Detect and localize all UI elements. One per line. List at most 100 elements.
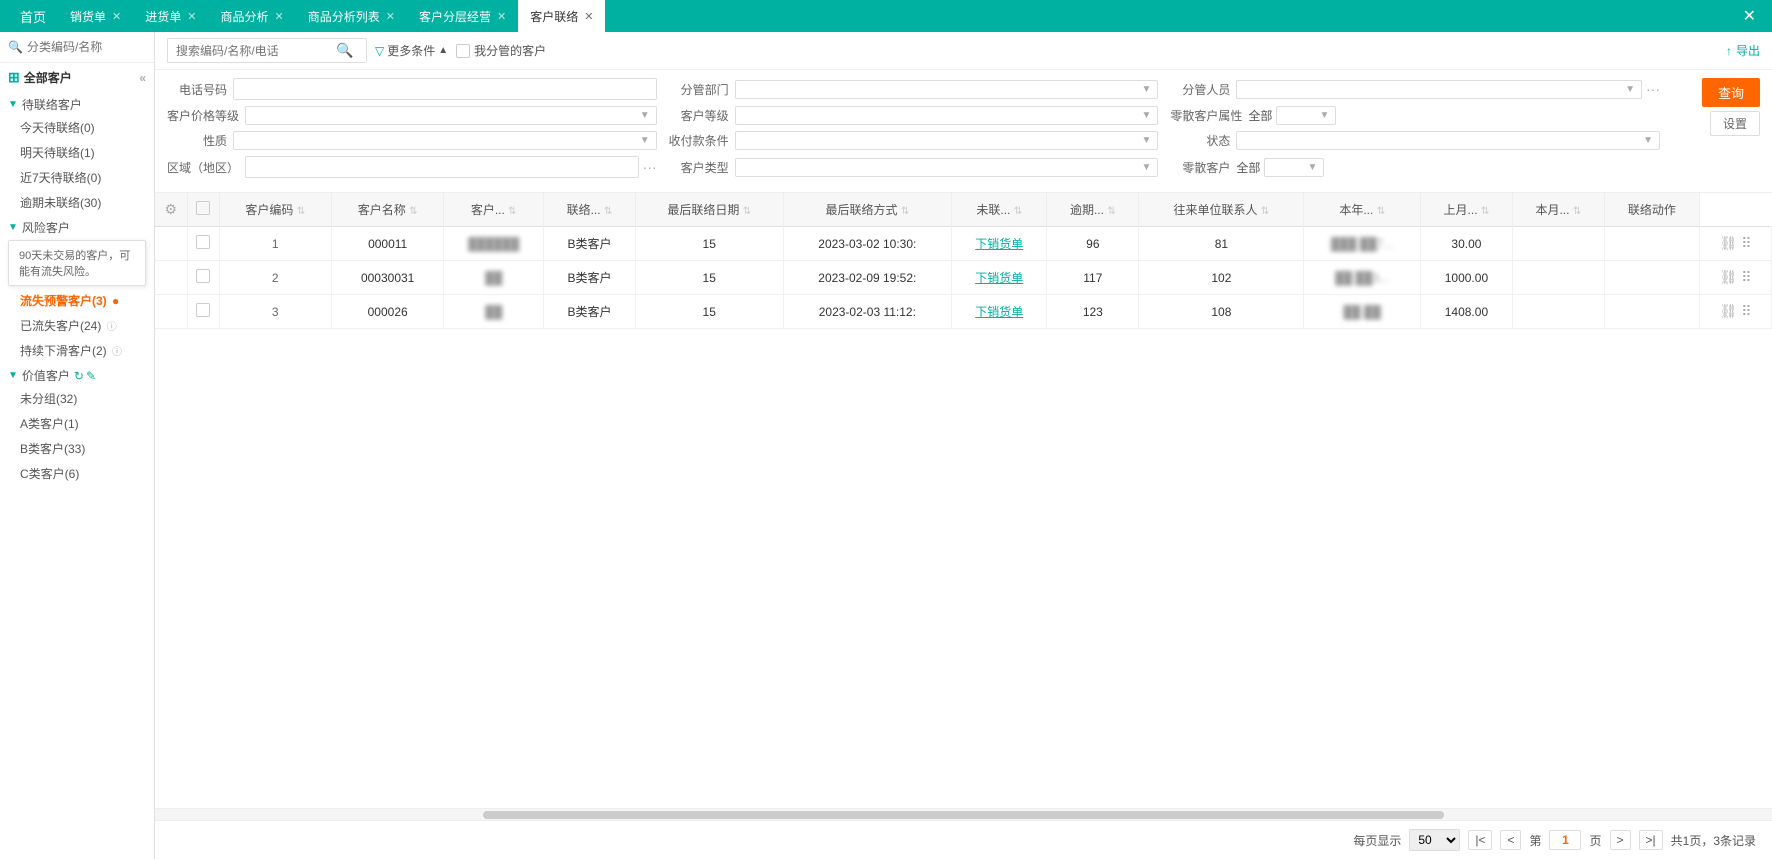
per-page-select[interactable]: 50 100 200 (1409, 829, 1460, 851)
row-checkbox[interactable] (196, 303, 210, 317)
close-all-icon[interactable]: ✕ (1735, 6, 1764, 26)
sidebar-item-unclassified[interactable]: 未分组(32) (0, 386, 154, 411)
last-page-btn[interactable]: >| (1639, 830, 1663, 850)
edit-icon[interactable]: ✎ (86, 369, 96, 383)
dept-chevron-icon: ▼ (1141, 84, 1151, 95)
col-code[interactable]: 客户编码 ⇅ (219, 193, 331, 227)
sidebar-search-input[interactable] (27, 40, 155, 54)
triangle-icon-2: ▼ (8, 222, 18, 233)
person-more-icon[interactable]: ··· (1646, 81, 1660, 97)
header-checkbox[interactable] (196, 201, 210, 215)
filter-panel: 电话号码 分管部门 ▼ 分管人员 (155, 70, 1772, 193)
first-page-btn[interactable]: |< (1468, 830, 1492, 850)
sidebar-item-declining[interactable]: 持续下滑客户(2) ⓘ (0, 338, 154, 363)
gear-icon[interactable]: ⚙ (164, 201, 177, 217)
next-page-btn[interactable]: > (1610, 830, 1631, 850)
tab-customer-tier[interactable]: 客户分层经营 ✕ (407, 0, 518, 32)
refresh-icon[interactable]: ↻ (74, 369, 84, 383)
retail-attr-select[interactable]: ▼ (1276, 106, 1336, 125)
action-link-icon[interactable]: ⛓ (1720, 303, 1738, 320)
more-conditions-btn[interactable]: ▽ 更多条件 ▲ (375, 42, 448, 59)
action-grid-icon[interactable]: ⠿ (1741, 269, 1751, 286)
section-risk-customers[interactable]: ▼ 风险客户 (0, 215, 154, 238)
tab-analysis-list[interactable]: 商品分析列表 ✕ (296, 0, 407, 32)
close-sales-icon[interactable]: ✕ (112, 10, 121, 23)
row-checkbox[interactable] (196, 269, 210, 283)
col-lastcontactmethod[interactable]: 最后联络方式 ⇅ (783, 193, 952, 227)
col-last-month[interactable]: 上月... ⇅ (1420, 193, 1512, 227)
query-button[interactable]: 查询 (1702, 78, 1760, 107)
sidebar-item-class-b[interactable]: B类客户(33) (0, 436, 154, 461)
col-name[interactable]: 客户名称 ⇅ (331, 193, 443, 227)
sidebar-item-overdue[interactable]: 逾期未联络(30) (0, 190, 154, 215)
prev-page-btn[interactable]: < (1500, 830, 1521, 850)
close-customer-tier-icon[interactable]: ✕ (497, 10, 506, 23)
col-company-contact[interactable]: 往来单位联系人 ⇅ (1139, 193, 1304, 227)
close-customer-contact-icon[interactable]: ✕ (584, 10, 593, 23)
region-input[interactable] (245, 156, 639, 178)
price-tier-select[interactable]: ▼ (245, 106, 657, 125)
search-button-icon[interactable]: 🔍 (336, 42, 353, 59)
tab-purchase[interactable]: 进货单 ✕ (133, 0, 208, 32)
sidebar-item-already-churn[interactable]: 已流失客户(24) ⓘ (0, 313, 154, 338)
cell-lastmethod: 下销货单 (952, 295, 1047, 329)
retail-customer-label: 零散客户 (1170, 159, 1230, 176)
my-customers-checkbox[interactable] (456, 44, 470, 58)
action-link-icon[interactable]: ⛓ (1720, 235, 1738, 252)
sidebar-item-class-c[interactable]: C类客户(6) (0, 461, 154, 486)
search-bar: 🔍 ▽ 更多条件 ▲ 我分管的客户 ↑ 导出 (155, 32, 1772, 70)
status-select[interactable]: ▼ (1236, 131, 1660, 150)
tab-sales[interactable]: 销货单 ✕ (58, 0, 133, 32)
action-grid-icon[interactable]: ⠿ (1741, 235, 1751, 252)
dept-select[interactable]: ▼ (735, 80, 1159, 99)
section-pending-contact[interactable]: ▼ 待联络客户 (0, 92, 154, 115)
search-input[interactable] (176, 44, 336, 58)
settings-button[interactable]: 设置 (1710, 111, 1760, 136)
col-overdue[interactable]: 逾期... ⇅ (1047, 193, 1139, 227)
retail-customer-select[interactable]: ▼ (1264, 158, 1324, 177)
tab-customer-contact[interactable]: 客户联络 ✕ (518, 0, 605, 32)
col-contact[interactable]: 联络... ⇅ (544, 193, 636, 227)
filter-cell-nature: 性质 ▼ (167, 131, 669, 150)
sidebar-item-tomorrow[interactable]: 明天待联络(1) (0, 140, 154, 165)
sidebar-item-churn-warning[interactable]: 流失预警客户(3) ● (0, 288, 154, 313)
payment-select[interactable]: ▼ (735, 131, 1159, 150)
page-input[interactable] (1549, 830, 1581, 850)
action-link-icon[interactable]: ⛓ (1720, 269, 1738, 286)
col-this-month[interactable]: 本月... ⇅ (1512, 193, 1604, 227)
section-value-customers[interactable]: ▼ 价值客户 ↻ ✎ (0, 363, 154, 386)
col-this-year[interactable]: 本年... ⇅ (1304, 193, 1421, 227)
phone-input[interactable] (233, 78, 657, 100)
col-type[interactable]: 客户... ⇅ (444, 193, 544, 227)
retail-attr-value: 全部 (1248, 107, 1272, 124)
customer-type-select[interactable]: ▼ (735, 158, 1159, 177)
customer-tier-label: 客户等级 (669, 107, 729, 124)
col-gear[interactable]: ⚙ (155, 193, 187, 227)
person-select[interactable]: ▼ (1236, 80, 1642, 99)
close-analysis-list-icon[interactable]: ✕ (386, 10, 395, 23)
tab-home[interactable]: 首页 (8, 0, 58, 32)
sidebar-item-class-a[interactable]: A类客户(1) (0, 411, 154, 436)
action-grid-icon[interactable]: ⠿ (1741, 303, 1751, 320)
per-page-label: 每页显示 (1353, 832, 1401, 849)
close-purchase-icon[interactable]: ✕ (187, 10, 196, 23)
horizontal-scrollbar[interactable] (155, 808, 1772, 820)
close-analysis-icon[interactable]: ✕ (275, 10, 284, 23)
col-lastcontactdate[interactable]: 最后联络日期 ⇅ (635, 193, 783, 227)
sort-icon-name: ⇅ (409, 206, 417, 217)
customer-tier-select[interactable]: ▼ (735, 106, 1159, 125)
tab-analysis[interactable]: 商品分析 ✕ (208, 0, 295, 32)
nature-select[interactable]: ▼ (233, 131, 657, 150)
region-more-icon[interactable]: ··· (643, 159, 657, 175)
cell-checkbox (187, 295, 219, 329)
my-customers-toggle[interactable]: 我分管的客户 (456, 42, 546, 59)
cell-code: 000026 (331, 295, 443, 329)
price-tier-label: 客户价格等级 (167, 107, 239, 124)
export-button[interactable]: ↑ 导出 (1726, 42, 1760, 59)
row-checkbox[interactable] (196, 235, 210, 249)
scrollbar-thumb[interactable] (483, 811, 1444, 819)
col-uncontacted[interactable]: 未联... ⇅ (952, 193, 1047, 227)
sidebar-item-7days[interactable]: 近7天待联络(0) (0, 165, 154, 190)
all-customers-header[interactable]: ⊞ 全部客户 « (0, 63, 154, 92)
sidebar-item-today[interactable]: 今天待联络(0) (0, 115, 154, 140)
